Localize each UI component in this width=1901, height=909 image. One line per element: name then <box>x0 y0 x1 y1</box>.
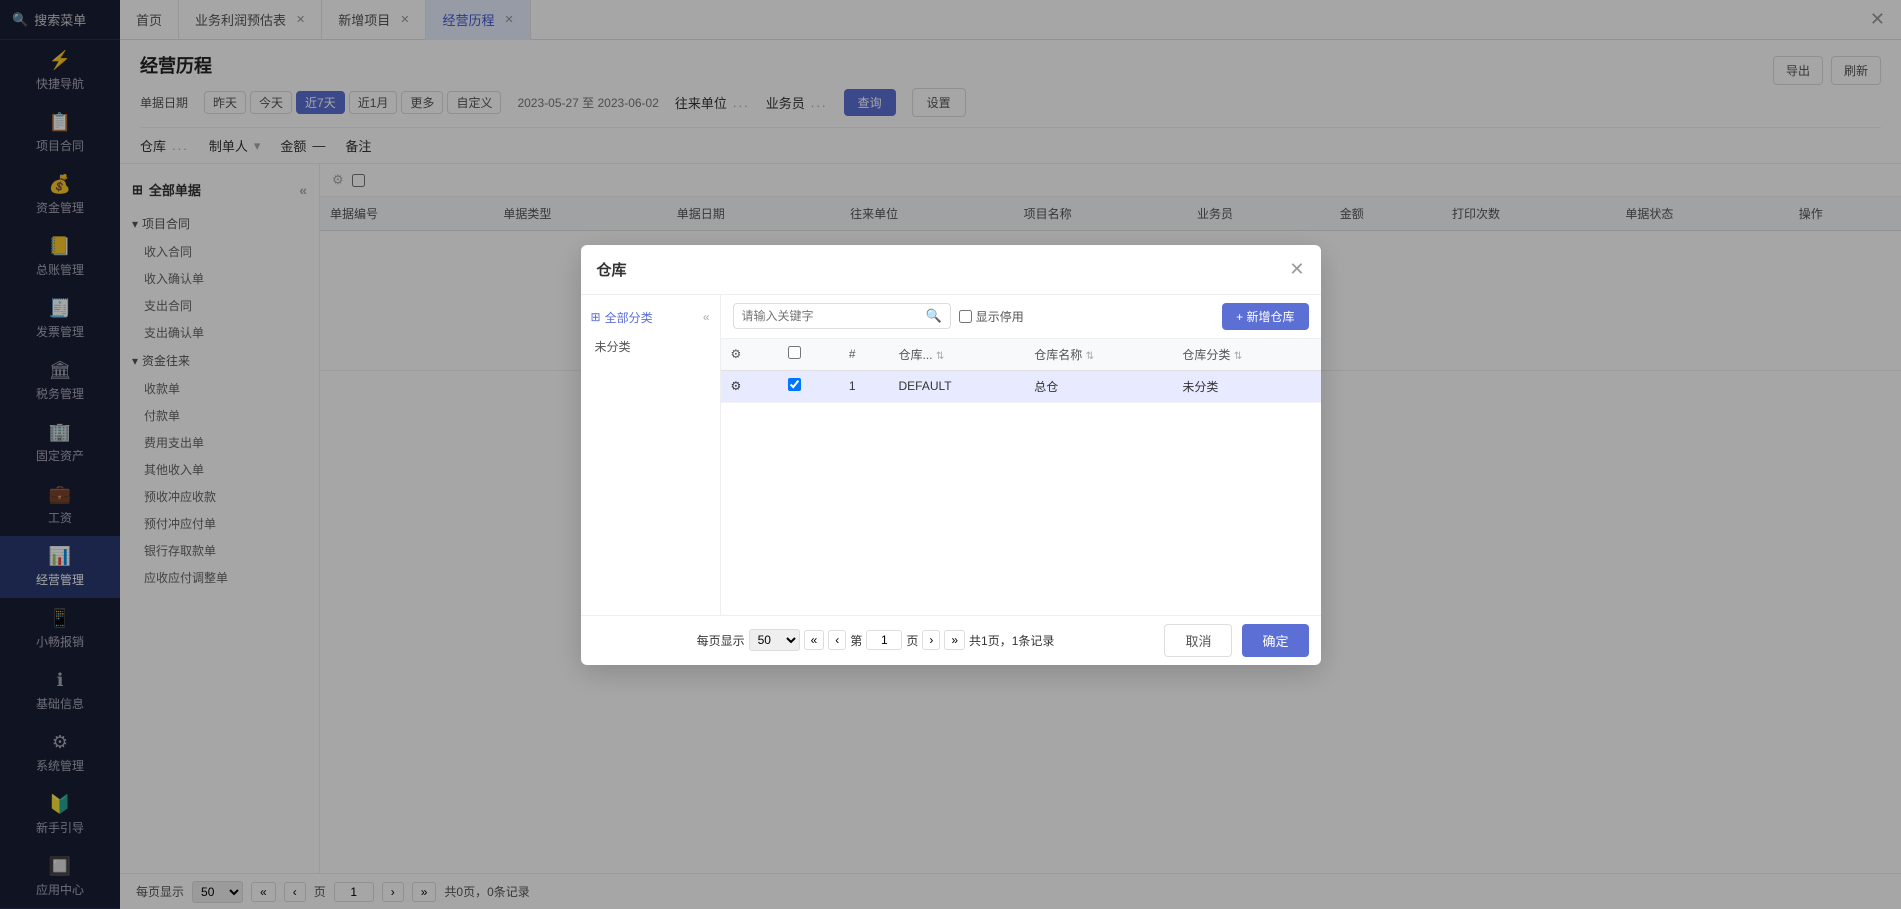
modal-prev-page-btn[interactable]: ‹ <box>828 630 846 650</box>
th-warehouse-category: 仓库分类 ⇅ <box>1172 339 1320 371</box>
modal-select-all[interactable] <box>788 346 801 359</box>
cancel-button[interactable]: 取消 <box>1164 624 1232 657</box>
warehouse-modal: 仓库 ✕ ⊞ 全部分类 « 未分类 🔍 显示停用 + <box>581 245 1321 665</box>
sort-icon1: ⇅ <box>936 351 944 362</box>
th-warehouse-code: 仓库... ⇅ <box>888 339 1024 371</box>
modal-next-page-btn[interactable]: › <box>922 630 940 650</box>
row-select-checkbox[interactable] <box>788 378 801 391</box>
modal-total-info: 共1页，1条记录 <box>969 632 1054 649</box>
modal-last-page-btn[interactable]: » <box>944 630 965 650</box>
modal-page-unit: 页 <box>906 632 918 649</box>
row-name: 总仓 <box>1024 370 1172 402</box>
show-disabled-checkbox[interactable] <box>959 310 972 323</box>
search-input-wrapper: 🔍 <box>733 303 951 329</box>
row-category: 未分类 <box>1172 370 1320 402</box>
modal-table-header-row: ⚙ #仓库... ⇅ 仓库名称 ⇅ 仓库分类 ⇅ <box>721 339 1321 371</box>
row-code: DEFAULT <box>888 370 1024 402</box>
th-warehouse-name: 仓库名称 ⇅ <box>1024 339 1172 371</box>
modal-first-page-btn[interactable]: « <box>804 630 825 650</box>
modal-toolbar: 🔍 显示停用 + 新增仓库 <box>721 295 1321 339</box>
confirm-button[interactable]: 确定 <box>1242 624 1308 657</box>
th-num: # <box>839 339 889 371</box>
sort-icon2: ⇅ <box>1086 351 1094 362</box>
modal-right-panel: 🔍 显示停用 + 新增仓库 ⚙ #仓库... ⇅ 仓库名称 ⇅ <box>721 295 1321 615</box>
th-checkbox <box>778 339 839 371</box>
row-checkbox <box>778 370 839 402</box>
modal-page-label: 第 <box>850 632 862 649</box>
modal-title: 仓库 <box>597 259 627 280</box>
modal-table-wrapper: ⚙ #仓库... ⇅ 仓库名称 ⇅ 仓库分类 ⇅ ⚙ 1DEFAULT 总仓 未… <box>721 339 1321 615</box>
collapse-left-panel-btn[interactable]: « <box>703 310 710 324</box>
modal-per-page-select[interactable]: 50 100 <box>749 629 800 651</box>
warehouse-table-row[interactable]: ⚙ 1DEFAULT 总仓 未分类 <box>721 370 1321 402</box>
grid-icon2: ⊞ <box>591 310 601 324</box>
sort-icon3: ⇅ <box>1234 351 1242 362</box>
modal-body: ⊞ 全部分类 « 未分类 🔍 显示停用 + 新增仓库 <box>581 295 1321 615</box>
modal-left-header: ⊞ 全部分类 « <box>581 303 720 332</box>
th-settings: ⚙ <box>721 339 778 371</box>
modal-pagination: 每页显示 50 100 « ‹ 第 页 › » 共1页，1条记录 <box>697 629 1055 651</box>
warehouse-search-input[interactable] <box>742 309 922 323</box>
modal-left-item-unclassified[interactable]: 未分类 <box>581 332 720 361</box>
modal-left-panel: ⊞ 全部分类 « 未分类 <box>581 295 721 615</box>
warehouse-table: ⚙ #仓库... ⇅ 仓库名称 ⇅ 仓库分类 ⇅ ⚙ 1DEFAULT 总仓 未… <box>721 339 1321 403</box>
add-warehouse-btn[interactable]: + 新增仓库 <box>1222 303 1308 330</box>
modal-footer: 每页显示 50 100 « ‹ 第 页 › » 共1页，1条记录 取消 确定 <box>581 615 1321 665</box>
modal-close-btn[interactable]: ✕ <box>1289 259 1304 280</box>
show-disabled-label[interactable]: 显示停用 <box>959 308 1024 325</box>
row-num: 1 <box>839 370 889 402</box>
all-categories-label: 全部分类 <box>605 309 653 326</box>
row-settings: ⚙ <box>721 370 778 402</box>
show-disabled-text: 显示停用 <box>976 308 1024 325</box>
search-icon2: 🔍 <box>926 308 942 324</box>
modal-page-input[interactable] <box>866 630 902 650</box>
modal-per-page-label: 每页显示 <box>697 632 745 649</box>
modal-header: 仓库 ✕ <box>581 245 1321 295</box>
